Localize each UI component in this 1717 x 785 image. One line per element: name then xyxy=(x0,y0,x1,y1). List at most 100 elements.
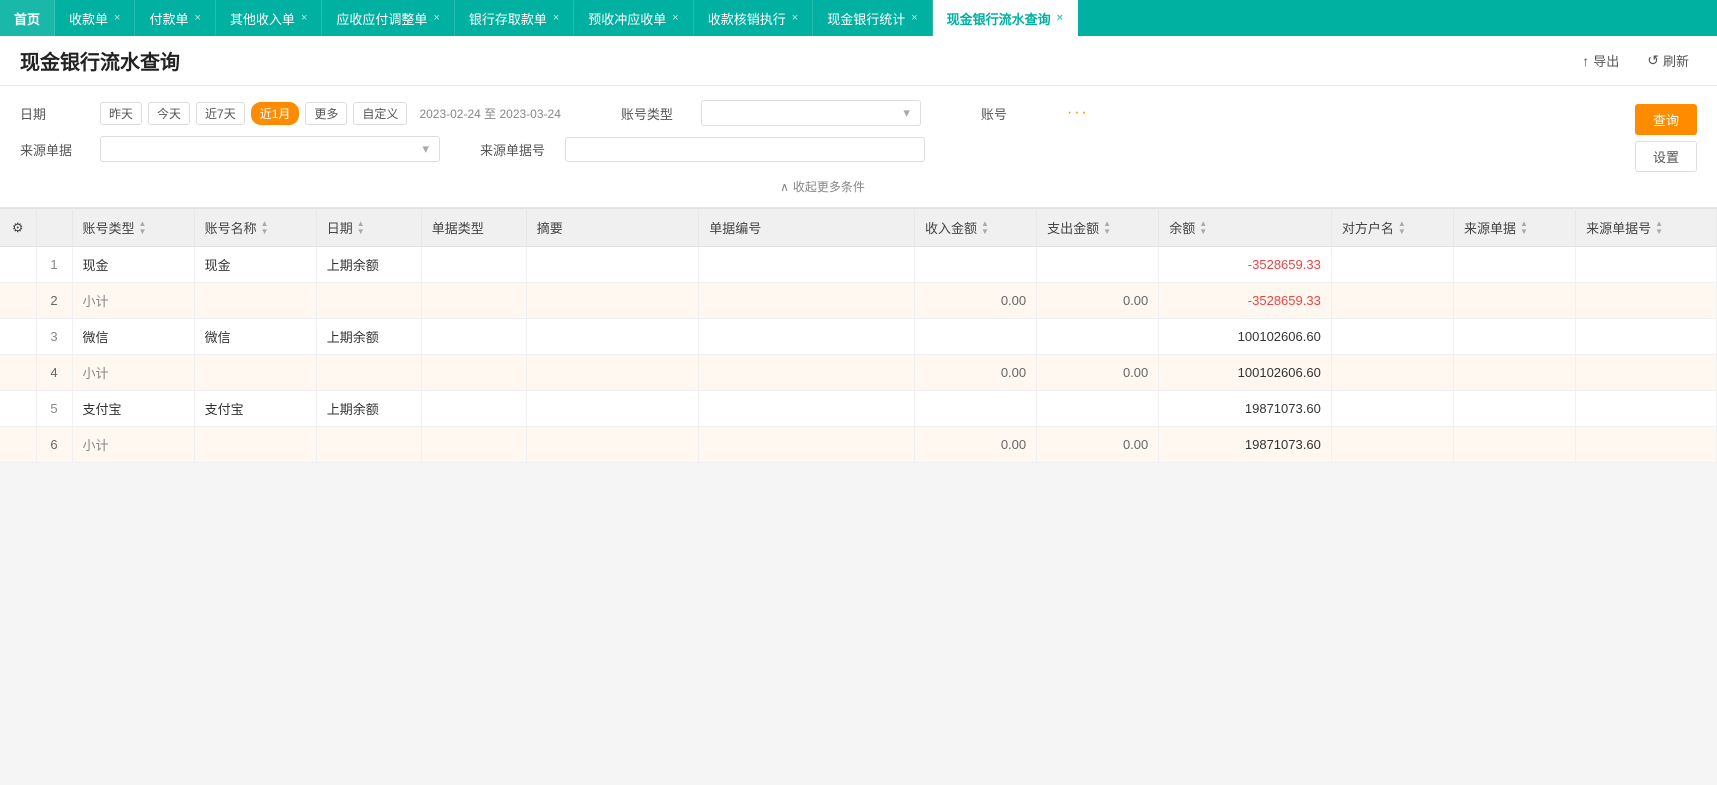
account-type-label: 账号类型 xyxy=(621,104,681,123)
nav-close-cash-stat[interactable]: × xyxy=(911,12,917,24)
cell-date xyxy=(316,427,421,463)
cell-income xyxy=(914,247,1036,283)
cell-doc-type xyxy=(421,319,526,355)
cell-counterparty xyxy=(1331,427,1453,463)
filter-actions: 查询 设置 xyxy=(1635,100,1697,172)
cell-balance: 19871073.60 xyxy=(1159,391,1332,427)
source-doc-label: 来源单据 xyxy=(20,140,80,159)
cell-gear xyxy=(0,247,36,283)
cell-doc-no xyxy=(699,427,915,463)
account-label: 账号 xyxy=(981,104,1041,123)
export-icon: ↑ xyxy=(1582,53,1589,69)
cell-summary xyxy=(526,283,699,319)
nav-item-prepaid[interactable]: 预收冲应收单 × xyxy=(574,0,693,36)
cell-summary xyxy=(526,391,699,427)
nav-close-cash-flow[interactable]: × xyxy=(1057,12,1063,24)
column-date[interactable]: 日期 ▲▼ xyxy=(316,209,421,247)
nav-close-writeoff[interactable]: × xyxy=(792,12,798,24)
column-income[interactable]: 收入金额 ▲▼ xyxy=(914,209,1036,247)
source-doc-select[interactable]: ▾ xyxy=(100,136,440,162)
date-btn-today[interactable]: 今天 xyxy=(148,102,190,125)
date-btn-more[interactable]: 更多 xyxy=(305,102,347,125)
table-row[interactable]: 6 小计 0.00 0.00 19871073.60 xyxy=(0,427,1717,463)
nav-close-ar-ap-adjust[interactable]: × xyxy=(433,12,439,24)
nav-item-other-income[interactable]: 其他收入单 × xyxy=(216,0,322,36)
cell-source-doc-no xyxy=(1576,427,1717,463)
date-btn-1month[interactable]: 近1月 xyxy=(251,102,300,125)
cell-doc-type xyxy=(421,247,526,283)
nav-item-home[interactable]: 首页 xyxy=(0,0,55,36)
date-btn-custom[interactable]: 自定义 xyxy=(353,102,407,125)
nav-label-writeoff: 收款核销执行 xyxy=(708,9,786,28)
source-doc-no-input[interactable] xyxy=(565,137,925,162)
nav-item-receipt[interactable]: 收款单 × xyxy=(55,0,135,36)
nav-close-other-income[interactable]: × xyxy=(301,12,307,24)
cell-num: 5 xyxy=(36,391,72,427)
table-row[interactable]: 1 现金 现金 上期余额 -3528659.33 xyxy=(0,247,1717,283)
date-btn-7days[interactable]: 近7天 xyxy=(196,102,245,125)
nav-item-payment[interactable]: 付款单 × xyxy=(135,0,215,36)
chevron-down-icon: ▾ xyxy=(903,105,910,121)
table-row[interactable]: 5 支付宝 支付宝 上期余额 19871073.60 xyxy=(0,391,1717,427)
nav-close-prepaid[interactable]: × xyxy=(672,12,678,24)
cell-income: 0.00 xyxy=(914,283,1036,319)
nav-item-ar-ap-adjust[interactable]: 应收应付调整单 × xyxy=(322,0,454,36)
cell-account-name xyxy=(194,427,316,463)
nav-item-cash-stat[interactable]: 现金银行统计 × xyxy=(813,0,932,36)
account-ellipsis-btn[interactable]: ··· xyxy=(1061,104,1095,122)
nav-label-other-income: 其他收入单 xyxy=(230,9,295,28)
cell-gear xyxy=(0,319,36,355)
cell-account-type: 微信 xyxy=(72,319,194,355)
nav-label-bank-deposit: 银行存取款单 xyxy=(469,9,547,28)
date-filter-label: 日期 xyxy=(20,104,80,123)
cell-num: 3 xyxy=(36,319,72,355)
chevron-down-icon-2: ▾ xyxy=(422,141,429,157)
cell-summary xyxy=(526,427,699,463)
nav-item-writeoff[interactable]: 收款核销执行 × xyxy=(694,0,813,36)
cell-num: 2 xyxy=(36,283,72,319)
cell-account-name: 现金 xyxy=(194,247,316,283)
nav-item-cash-flow[interactable]: 现金银行流水查询 × xyxy=(933,0,1078,36)
cell-account-type: 小计 xyxy=(72,427,194,463)
nav-close-bank-deposit[interactable]: × xyxy=(553,12,559,24)
table-container: ⚙ 账号类型 ▲▼ 账号名称 ▲▼ 日期 xyxy=(0,208,1717,463)
cell-source-doc xyxy=(1453,427,1575,463)
cell-date xyxy=(316,283,421,319)
cell-doc-no xyxy=(699,355,915,391)
page-header: 现金银行流水查询 ↑ 导出 ↺ 刷新 xyxy=(0,36,1717,86)
column-counterparty[interactable]: 对方户名 ▲▼ xyxy=(1331,209,1453,247)
cell-doc-type xyxy=(421,283,526,319)
nav-close-payment[interactable]: × xyxy=(194,12,200,24)
column-account-type[interactable]: 账号类型 ▲▼ xyxy=(72,209,194,247)
top-navigation: 首页 收款单 × 付款单 × 其他收入单 × 应收应付调整单 × 银行存取款单 … xyxy=(0,0,1717,36)
table-body: 1 现金 现金 上期余额 -3528659.33 2 小计 0.00 0.00 … xyxy=(0,247,1717,463)
table-row[interactable]: 4 小计 0.00 0.00 100102606.60 xyxy=(0,355,1717,391)
column-gear[interactable]: ⚙ xyxy=(0,209,36,247)
column-source-doc-no[interactable]: 来源单据号 ▲▼ xyxy=(1576,209,1717,247)
nav-close-receipt[interactable]: × xyxy=(114,12,120,24)
collapse-bar[interactable]: ∧ 收起更多条件 xyxy=(20,172,1625,197)
query-button[interactable]: 查询 xyxy=(1635,104,1697,135)
header-actions: ↑ 导出 ↺ 刷新 xyxy=(1574,47,1697,74)
table-row[interactable]: 3 微信 微信 上期余额 100102606.60 xyxy=(0,319,1717,355)
date-btn-yesterday[interactable]: 昨天 xyxy=(100,102,142,125)
table-row[interactable]: 2 小计 0.00 0.00 -3528659.33 xyxy=(0,283,1717,319)
cell-expense: 0.00 xyxy=(1037,283,1159,319)
cell-account-type: 支付宝 xyxy=(72,391,194,427)
cell-date: 上期余额 xyxy=(316,319,421,355)
refresh-button[interactable]: ↺ 刷新 xyxy=(1639,47,1697,74)
cell-source-doc-no xyxy=(1576,283,1717,319)
page-title: 现金银行流水查询 xyxy=(20,46,180,75)
account-type-select[interactable]: ▾ xyxy=(701,100,921,126)
export-button[interactable]: ↑ 导出 xyxy=(1574,47,1627,74)
cell-gear xyxy=(0,427,36,463)
column-expense[interactable]: 支出金额 ▲▼ xyxy=(1037,209,1159,247)
column-source-doc[interactable]: 来源单据 ▲▼ xyxy=(1453,209,1575,247)
nav-item-bank-deposit[interactable]: 银行存取款单 × xyxy=(455,0,574,36)
nav-label-cash-stat: 现金银行统计 xyxy=(827,9,905,28)
cell-expense: 0.00 xyxy=(1037,355,1159,391)
column-account-name[interactable]: 账号名称 ▲▼ xyxy=(194,209,316,247)
cell-source-doc xyxy=(1453,355,1575,391)
settings-button[interactable]: 设置 xyxy=(1635,141,1697,172)
column-balance[interactable]: 余额 ▲▼ xyxy=(1159,209,1332,247)
